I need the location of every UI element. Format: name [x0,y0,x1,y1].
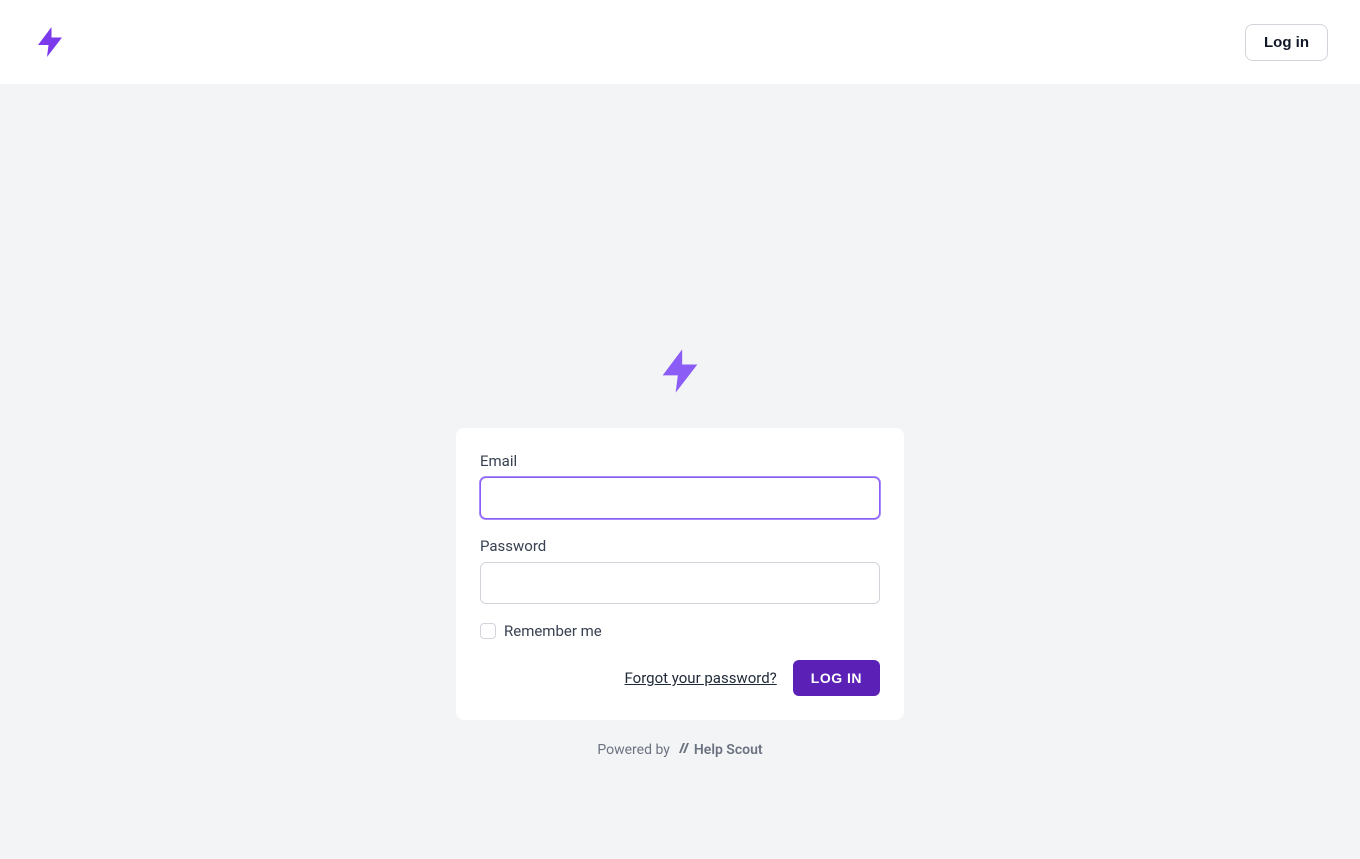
email-label: Email [480,452,880,470]
header-login-button[interactable]: Log in [1245,24,1328,61]
header: Log in [0,0,1360,84]
password-field-group: Password [480,537,880,604]
actions-row: Forgot your password? LOG IN [480,660,880,696]
submit-button[interactable]: LOG IN [793,660,880,696]
password-label: Password [480,537,880,555]
remember-checkbox[interactable] [480,623,496,639]
footer: Powered by Help Scout [597,740,762,760]
email-input[interactable] [480,477,880,519]
lightning-bolt-icon [654,342,706,400]
forgot-password-link[interactable]: Forgot your password? [625,669,777,687]
login-card: Email Password Remember me Forgot your p… [456,428,904,720]
lightning-bolt-icon [32,22,68,62]
powered-by-text: Powered by [597,742,670,758]
main: Email Password Remember me Forgot your p… [0,84,1360,859]
helpscout-text: Help Scout [694,742,763,758]
password-input[interactable] [480,562,880,604]
helpscout-link[interactable]: Help Scout [676,740,763,760]
brand-logo[interactable] [32,22,68,62]
center-logo [654,342,706,400]
helpscout-icon [676,740,692,760]
remember-row: Remember me [480,622,880,640]
remember-label[interactable]: Remember me [504,622,602,640]
email-field-group: Email [480,452,880,519]
